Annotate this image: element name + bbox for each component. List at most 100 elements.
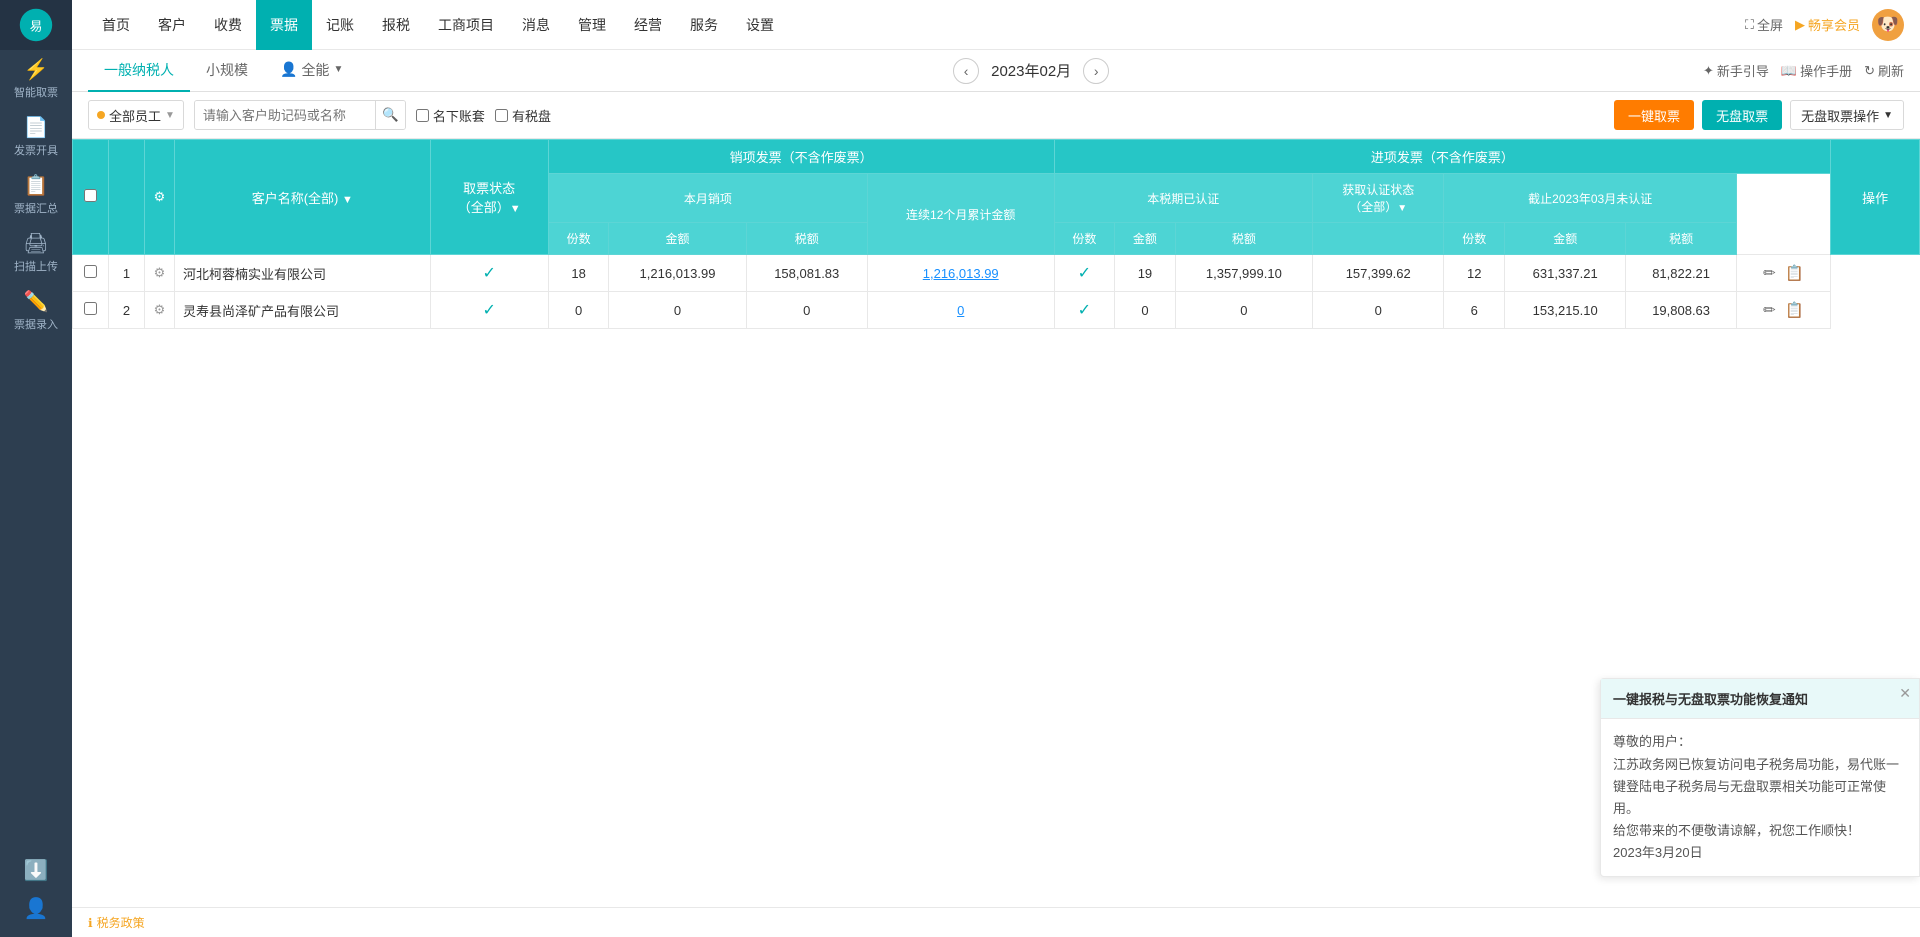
row-pu-amount: 631,337.21: [1505, 255, 1626, 292]
nav-home[interactable]: 首页: [88, 0, 144, 50]
nav-management[interactable]: 管理: [564, 0, 620, 50]
one-click-fetch-btn[interactable]: 一键取票: [1614, 100, 1694, 130]
tab-bar: 一般纳税人 小规模 👤 全能 ▼ ‹ 2023年02月 › ✦ 新手引导 📖 操…: [72, 50, 1920, 92]
view-btn[interactable]: 📋: [1785, 302, 1804, 319]
refresh-btn[interactable]: ↻ 刷新: [1864, 61, 1904, 80]
employee-dot: [97, 111, 105, 119]
edit-btn[interactable]: ✏: [1763, 265, 1776, 282]
row-pu-amount: 153,215.10: [1505, 292, 1626, 329]
nav-bookkeeping[interactable]: 记账: [312, 0, 368, 50]
sidebar-item-download[interactable]: ⬇️: [0, 851, 72, 889]
nav-message[interactable]: 消息: [508, 0, 564, 50]
tab-general[interactable]: 一般纳税人: [88, 50, 190, 92]
th-sales-group: 销项发票（不含作废票）: [548, 140, 1054, 174]
row-checkbox[interactable]: [73, 255, 109, 292]
nav-collection[interactable]: 收费: [200, 0, 256, 50]
no-disk-ops-btn[interactable]: 无盘取票操作 ▼: [1790, 100, 1904, 130]
th-vs-filler: [1312, 223, 1444, 255]
next-period-btn[interactable]: ›: [1083, 58, 1109, 84]
th-sales-count: 份数: [548, 223, 609, 255]
sidebar-item-label: 票据汇总: [14, 200, 58, 216]
search-input[interactable]: [195, 101, 375, 129]
notification-scroll[interactable]: 尊敬的用户： 江苏政务网已恢复访问电子税务局功能，易代账一键登陆电子税务局与无盘…: [1601, 719, 1919, 876]
th-pv-count: 份数: [1054, 223, 1115, 255]
invoice-summary-icon: 📋: [24, 176, 49, 196]
view-btn[interactable]: 📋: [1785, 265, 1804, 282]
no-disk-fetch-btn[interactable]: 无盘取票: [1702, 100, 1782, 130]
svg-text:易: 易: [30, 19, 43, 33]
th-checkbox: [73, 140, 109, 255]
row-index: 2: [109, 292, 145, 329]
sidebar-item-invoice-summary[interactable]: 📋 票据汇总: [0, 166, 72, 224]
th-sales-tax: 税额: [746, 223, 867, 255]
sidebar: 易 ⚡ 智能取票 📄 发票开具 📋 票据汇总 🖨 扫描上传 ✏️ 票据录入 ⬇️…: [0, 0, 72, 937]
issue-invoice-icon: 📄: [24, 118, 49, 138]
nav-service[interactable]: 服务: [676, 0, 732, 50]
main-table: ⚙ 客户名称(全部) ▼ 取票状态（全部）▼ 销项发票（不含作废票） 进项发票（…: [72, 139, 1920, 329]
row-pu-tax: 81,822.21: [1626, 255, 1737, 292]
tax-policy-link[interactable]: 税务政策: [97, 914, 145, 931]
chevron-down-icon: ▼: [333, 64, 343, 75]
book-icon: 📖: [1781, 63, 1797, 79]
topnav: 首页 客户 收费 票据 记账 报税 工商项目 消息 管理 经营 服务 设置 ⛶ …: [72, 0, 1920, 50]
nav-tax[interactable]: 报税: [368, 0, 424, 50]
filter-bar: 全部员工 ▼ 🔍 名下账套 有税盘 一键取票 无盘取票 无盘取票操作 ▼: [72, 92, 1920, 139]
customer-search: 🔍: [194, 100, 406, 130]
sidebar-item-data-entry[interactable]: ✏️ 票据录入: [0, 282, 72, 340]
row-customer: 灵寿县尚泽矿产品有限公司: [175, 292, 431, 329]
row-checkbox[interactable]: [73, 292, 109, 329]
row-settings[interactable]: ⚙: [145, 255, 175, 292]
nav-business[interactable]: 工商项目: [424, 0, 508, 50]
th-purchase-group: 进项发票（不含作废票）: [1054, 140, 1831, 174]
row-settings[interactable]: ⚙: [145, 292, 175, 329]
fullscreen-btn[interactable]: ⛶ 全屏: [1745, 15, 1783, 34]
sidebar-item-smart-fetch[interactable]: ⚡ 智能取票: [0, 50, 72, 108]
row-customer: 河北柯蓉楠实业有限公司: [175, 255, 431, 292]
prev-period-btn[interactable]: ‹: [953, 58, 979, 84]
new-guide-btn[interactable]: ✦ 新手引导: [1703, 61, 1769, 80]
row-sales-tax: 158,081.83: [746, 255, 867, 292]
checkbox-taxdisk-input[interactable]: [495, 109, 508, 122]
search-button[interactable]: 🔍: [375, 100, 405, 130]
sidebar-item-issue-invoice[interactable]: 📄 发票开具: [0, 108, 72, 166]
tab-small[interactable]: 小规模: [190, 50, 264, 92]
notification-panel: ✕ 一键报税与无盘取票功能恢复通知 尊敬的用户： 江苏政务网已恢复访问电子税务局…: [1600, 678, 1920, 877]
sidebar-item-label: 智能取票: [14, 84, 58, 100]
data-entry-icon: ✏️: [24, 292, 49, 312]
nav-operation[interactable]: 经营: [620, 0, 676, 50]
sidebar-item-scan-upload[interactable]: 🖨 扫描上传: [0, 224, 72, 282]
row-actions: ✏ 📋: [1736, 255, 1830, 292]
edit-btn[interactable]: ✏: [1763, 302, 1776, 319]
row-pv-amount: 0: [1175, 292, 1312, 329]
notification-close-btn[interactable]: ✕: [1899, 685, 1911, 702]
select-all-checkbox[interactable]: [84, 189, 97, 202]
row-pv-amount: 1,357,999.10: [1175, 255, 1312, 292]
employee-select[interactable]: 全部员工 ▼: [88, 100, 184, 130]
checkbox-account-input[interactable]: [416, 109, 429, 122]
user-avatar[interactable]: 🐶: [1872, 9, 1904, 41]
row-12month-amount: 0: [867, 292, 1054, 329]
checkbox-account[interactable]: 名下账套: [416, 106, 485, 125]
checkbox-taxdisk[interactable]: 有税盘: [495, 106, 551, 125]
th-customer: 客户名称(全部) ▼: [175, 140, 431, 255]
filter-right: 一键取票 无盘取票 无盘取票操作 ▼: [1614, 100, 1904, 130]
row-verify-status: ✓: [1054, 292, 1115, 329]
sidebar-item-label: 票据录入: [14, 316, 58, 332]
sidebar-item-user[interactable]: 👤: [0, 889, 72, 927]
th-sales-amount: 金额: [609, 223, 746, 255]
row-pu-tax: 19,808.63: [1626, 292, 1737, 329]
period-nav: ‹ 2023年02月 ›: [359, 58, 1703, 84]
row-pv-tax: 0: [1312, 292, 1444, 329]
manual-btn[interactable]: 📖 操作手册: [1781, 61, 1852, 80]
row-pv-tax: 157,399.62: [1312, 255, 1444, 292]
nav-customer[interactable]: 客户: [144, 0, 200, 50]
nav-settings[interactable]: 设置: [732, 0, 788, 50]
row-actions: ✏ 📋: [1736, 292, 1830, 329]
download-icon: ⬇️: [24, 861, 49, 881]
nav-invoice[interactable]: 票据: [256, 0, 312, 50]
membership-icon: ▶: [1795, 17, 1805, 33]
th-pv-amount: 金额: [1115, 223, 1176, 255]
row-sales-count: 0: [548, 292, 609, 329]
tab-all[interactable]: 👤 全能 ▼: [264, 50, 359, 92]
membership-btn[interactable]: ▶ 畅享会员: [1795, 15, 1860, 34]
